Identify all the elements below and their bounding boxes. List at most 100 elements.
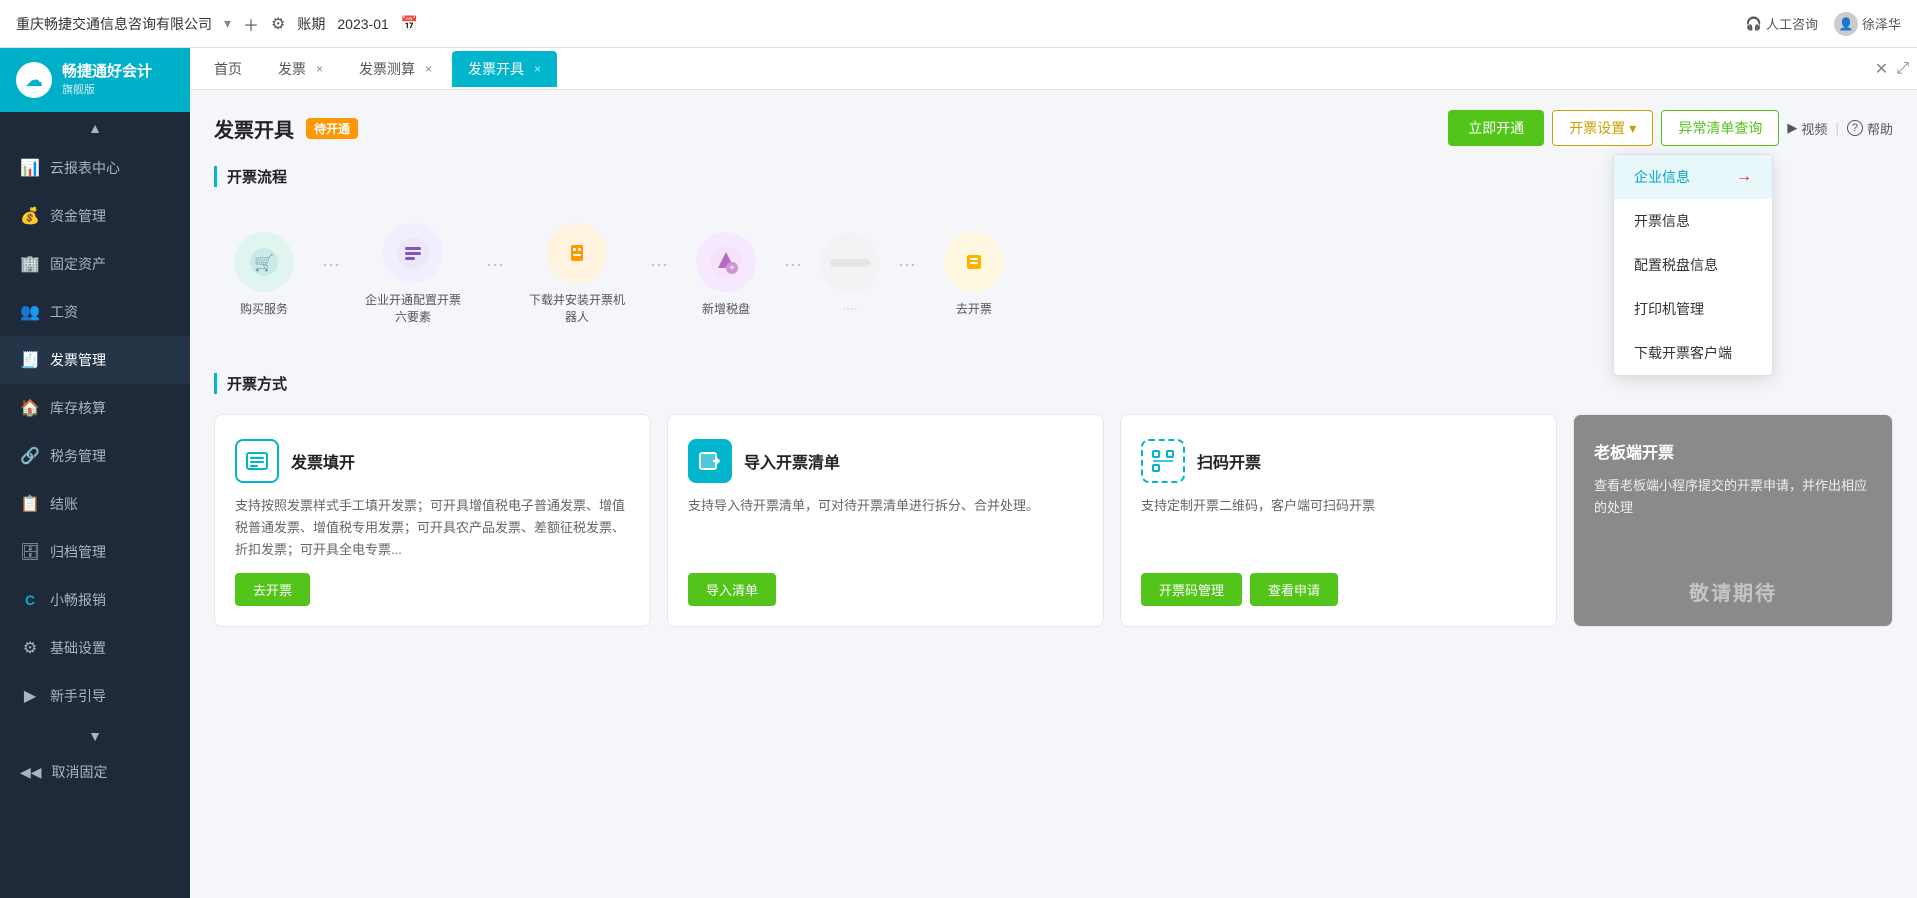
methods-section-title: 开票方式 — [214, 373, 1893, 394]
top-bar: 重庆畅捷交通信息咨询有限公司 ▾ ＋ ⚙ 账期 2023-01 📅 🎧 人工咨询… — [0, 0, 1917, 48]
sidebar-item-archive[interactable]: 🗄 归档管理 — [0, 528, 190, 576]
flow-step-add-taxdisk[interactable]: + 新增税盘 — [676, 232, 776, 317]
dropdown-item-download-client[interactable]: 下载开票客户端 — [1614, 331, 1772, 375]
page-actions: 立即开通 开票设置 ▾ 异常清单查询 ▶ 视频 | ? 帮助 — [1448, 110, 1893, 146]
dropdown-item-printer[interactable]: 打印机管理 — [1614, 287, 1772, 331]
sidebar-item-cancel-pin[interactable]: ◀◀ 取消固定 — [0, 752, 190, 792]
user-name: 徐泽华 — [1862, 14, 1901, 33]
period-value: 2023-01 — [337, 16, 388, 32]
user-btn[interactable]: 👤 徐泽华 — [1834, 12, 1901, 36]
video-btn[interactable]: ▶ 视频 — [1787, 119, 1827, 138]
sidebar-logo: ☁ 畅捷通好会计 旗舰版 — [0, 48, 190, 112]
logo-icon: ☁ — [16, 62, 52, 98]
method-import-header: 导入开票清单 — [688, 439, 1083, 483]
import-list-btn[interactable]: 导入清单 — [688, 573, 776, 606]
method-icon-fill — [235, 439, 279, 483]
settings-btn[interactable]: 开票设置 ▾ — [1552, 110, 1653, 146]
video-label: 视频 — [1801, 119, 1827, 138]
methods-grid: 发票填开 支持按照发票样式手工填开发票；可开具增值税电子普通发票、增值税普通发票… — [214, 414, 1893, 627]
settings-icon[interactable]: ⚙ — [271, 14, 285, 34]
tab-invoice-calc[interactable]: 发票测算 × — [343, 51, 448, 87]
flow-step-configure[interactable]: 企业开通配置开票六要素 — [348, 223, 478, 325]
sidebar-item-payroll[interactable]: 👥 工资 — [0, 288, 190, 336]
dropdown-item-invoice-info[interactable]: 开票信息 — [1614, 199, 1772, 243]
sidebar-item-fund-mgmt[interactable]: 💰 资金管理 — [0, 192, 190, 240]
sidebar-item-tax-mgmt[interactable]: 🔗 税务管理 — [0, 432, 190, 480]
report-sales-icon: C — [20, 592, 40, 608]
period-label: 账期 — [297, 14, 325, 34]
play-icon: ▶ — [1787, 120, 1797, 136]
method-fill-desc: 支持按照发票样式手工填开发票；可开具增值税电子普通发票、增值税普通发票、增值税专… — [235, 495, 630, 561]
payroll-label: 工资 — [50, 302, 78, 322]
tax-mgmt-icon: 🔗 — [20, 446, 40, 466]
new-guide-label: 新手引导 — [50, 686, 106, 706]
settings-dropdown-icon: ▾ — [1629, 120, 1636, 137]
method-fill-title: 发票填开 — [291, 449, 355, 473]
qrcode-manage-btn[interactable]: 开票码管理 — [1141, 573, 1242, 606]
activate-btn[interactable]: 立即开通 — [1448, 110, 1544, 146]
dropdown-item-company-info[interactable]: 企业信息 → — [1614, 155, 1772, 199]
cloud-report-icon: 📊 — [20, 158, 40, 178]
method-icon-import — [688, 439, 732, 483]
tab-home[interactable]: 首页 — [198, 51, 258, 87]
cancel-pin-icon: ◀◀ — [20, 764, 42, 781]
method-fill-header: 发票填开 — [235, 439, 630, 483]
tax-mgmt-label: 税务管理 — [50, 446, 106, 466]
tab-expand-icon[interactable]: ⤢ — [1896, 60, 1909, 78]
sidebar-item-cloud-report[interactable]: 📊 云报表中心 — [0, 144, 190, 192]
sidebar-item-fixed-assets[interactable]: 🏢 固定资产 — [0, 240, 190, 288]
flow-icon-buy-service: 🛒 — [234, 232, 294, 292]
fund-mgmt-icon: 💰 — [20, 206, 40, 226]
tab-close-all-icon[interactable]: ✕ — [1875, 59, 1888, 79]
method-scan-action: 开票码管理 查看申请 — [1141, 573, 1536, 606]
page-header: 发票开具 待开通 立即开通 开票设置 ▾ 异常清单查询 ▶ 视频 | — [214, 110, 1893, 146]
sidebar-scroll-down[interactable]: ▼ — [0, 720, 190, 752]
flow-icon-extra — [820, 233, 880, 293]
tab-invoice-close[interactable]: × — [316, 62, 323, 76]
calendar-icon[interactable]: 📅 — [401, 15, 418, 32]
anomaly-btn[interactable]: 异常清单查询 — [1661, 110, 1779, 146]
method-scan-desc: 支持定制开票二维码，客户端可扫码开票 — [1141, 495, 1536, 561]
method-scan-header: 扫码开票 — [1141, 439, 1536, 483]
sidebar-item-report-sales[interactable]: C 小畅报销 — [0, 576, 190, 624]
cancel-pin-label: 取消固定 — [52, 762, 108, 782]
sidebar-item-invoice-mgmt[interactable]: 🧾 发票管理 — [0, 336, 190, 384]
method-card-fill-invoice: 发票填开 支持按照发票样式手工填开发票；可开具增值税电子普通发票、增值税普通发票… — [214, 414, 651, 627]
view-apply-btn[interactable]: 查看申请 — [1250, 573, 1338, 606]
support-btn[interactable]: 🎧 人工咨询 — [1746, 14, 1818, 33]
cloud-report-label: 云报表中心 — [50, 158, 120, 178]
flow-step-download-robot[interactable]: 下载并安装开票机器人 — [512, 223, 642, 325]
sidebar-scroll-up[interactable]: ▲ — [0, 112, 190, 144]
go-invoice-btn[interactable]: 去开票 — [235, 573, 310, 606]
tab-invoice-open[interactable]: 发票开具 × — [452, 51, 557, 87]
add-icon[interactable]: ＋ — [243, 12, 259, 36]
page-title: 发票开具 — [214, 114, 294, 143]
logo-cloud-icon: ☁ — [25, 70, 43, 91]
sidebar-item-inventory[interactable]: 🏠 库存核算 — [0, 384, 190, 432]
dropdown-item-tax-disk[interactable]: 配置税盘信息 — [1614, 243, 1772, 287]
tab-invoice[interactable]: 发票 × — [262, 51, 339, 87]
printer-label: 打印机管理 — [1634, 299, 1704, 319]
flow-label-go-invoice: 去开票 — [956, 300, 992, 317]
payroll-icon: 👥 — [20, 302, 40, 322]
flow-step-buy-service[interactable]: 🛒 购买服务 — [214, 232, 314, 317]
sidebar-item-basic-settings[interactable]: ⚙ 基础设置 — [0, 624, 190, 672]
basic-settings-icon: ⚙ — [20, 638, 40, 658]
top-bar-actions: 🎧 人工咨询 👤 徐泽华 — [1746, 12, 1901, 36]
coming-soon-text: 敬请期待 — [1574, 577, 1892, 606]
flow-step-go-invoice[interactable]: 去开票 — [924, 232, 1024, 317]
tab-invoice-open-close[interactable]: × — [534, 62, 541, 76]
company-dropdown-icon[interactable]: ▾ — [224, 15, 231, 32]
sidebar-item-new-guide[interactable]: ▶ 新手引导 — [0, 672, 190, 720]
tab-invoice-calc-close[interactable]: × — [425, 62, 432, 76]
flow-arrow-2: ··· — [478, 254, 512, 275]
flow-label-extra: ···· — [842, 301, 858, 315]
flow-icon-download-robot — [547, 223, 607, 283]
help-btn[interactable]: ? 帮助 — [1847, 119, 1893, 138]
flow-icon-add-taxdisk: + — [696, 232, 756, 292]
logo-texts: 畅捷通好会计 旗舰版 — [62, 63, 152, 97]
tax-disk-label: 配置税盘信息 — [1634, 255, 1718, 275]
method-import-desc: 支持导入待开票清单，可对待开票清单进行拆分、合并处理。 — [688, 495, 1083, 561]
company-name: 重庆畅捷交通信息咨询有限公司 — [16, 14, 212, 34]
sidebar-item-settlement[interactable]: 📋 结账 — [0, 480, 190, 528]
